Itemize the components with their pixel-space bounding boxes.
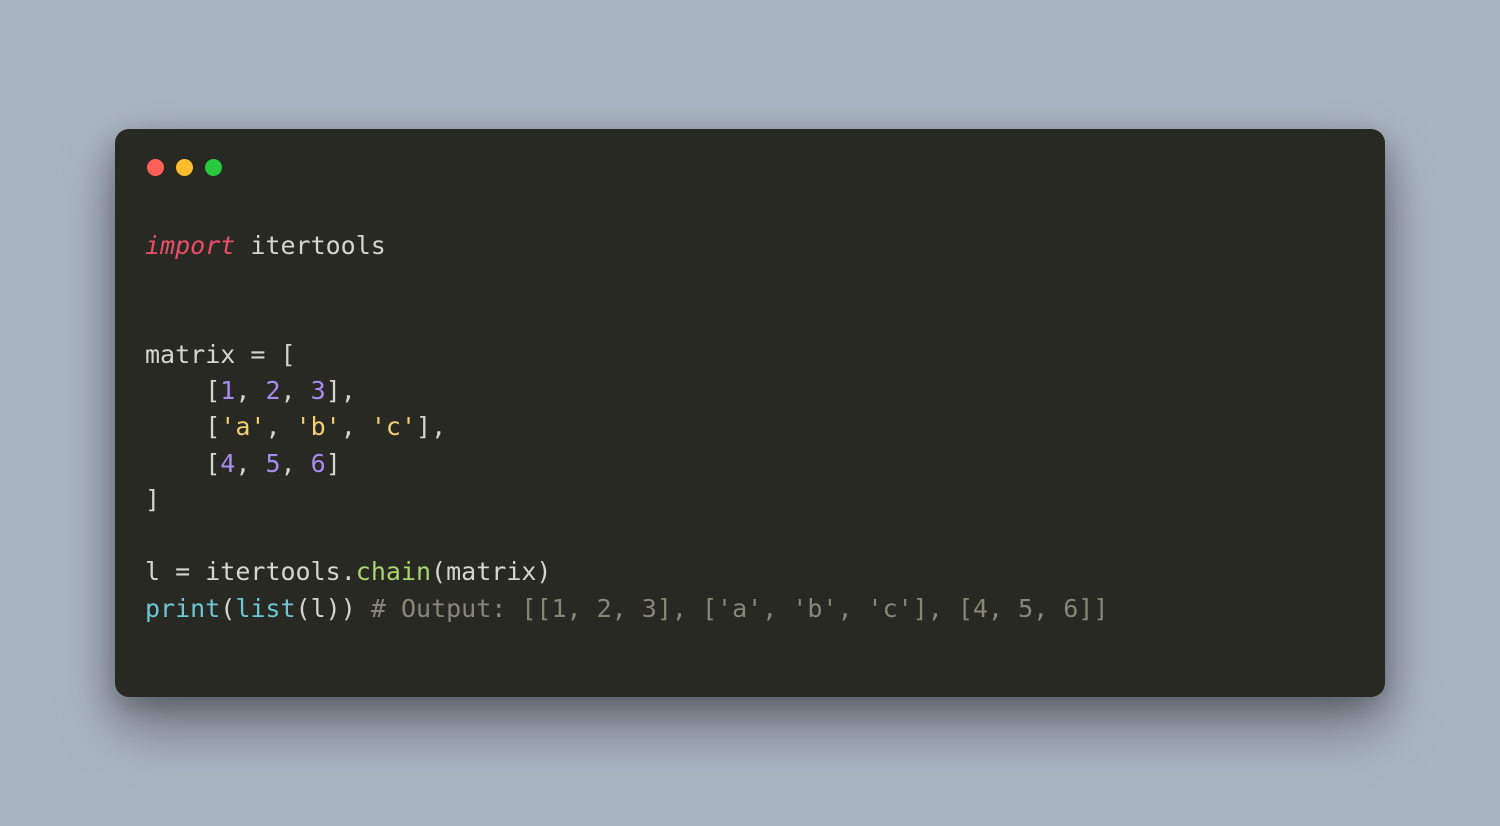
keyword-import: import — [145, 231, 235, 260]
builtin-list: list — [235, 594, 295, 623]
code-line: import itertools — [145, 231, 386, 260]
builtin-print: print — [145, 594, 220, 623]
module-ref: itertools — [205, 557, 340, 586]
number-literal: 2 — [265, 376, 280, 405]
string-literal: 'c' — [371, 412, 416, 441]
module-name: itertools — [250, 231, 385, 260]
code-line: [4, 5, 6] — [145, 449, 341, 478]
string-literal: 'a' — [220, 412, 265, 441]
number-literal: 3 — [311, 376, 326, 405]
number-literal: 5 — [265, 449, 280, 478]
string-literal: 'b' — [296, 412, 341, 441]
maximize-icon[interactable] — [205, 159, 222, 176]
variable-l: l — [145, 557, 160, 586]
code-line: ['a', 'b', 'c'], — [145, 412, 446, 441]
number-literal: 4 — [220, 449, 235, 478]
variable-matrix: matrix — [145, 340, 235, 369]
number-literal: 6 — [311, 449, 326, 478]
minimize-icon[interactable] — [176, 159, 193, 176]
code-line: matrix = [ — [145, 340, 296, 369]
code-line: l = itertools.chain(matrix) — [145, 557, 551, 586]
traffic-lights — [147, 159, 1355, 176]
function-chain: chain — [356, 557, 431, 586]
number-literal: 1 — [220, 376, 235, 405]
code-line: ] — [145, 485, 160, 514]
code-window: import itertools matrix = [ [1, 2, 3], [… — [115, 129, 1385, 697]
code-block[interactable]: import itertools matrix = [ [1, 2, 3], [… — [145, 228, 1355, 627]
close-icon[interactable] — [147, 159, 164, 176]
comment-output: # Output: [[1, 2, 3], ['a', 'b', 'c'], [… — [371, 594, 1109, 623]
code-line: print(list(l)) # Output: [[1, 2, 3], ['a… — [145, 594, 1108, 623]
code-line: [1, 2, 3], — [145, 376, 356, 405]
